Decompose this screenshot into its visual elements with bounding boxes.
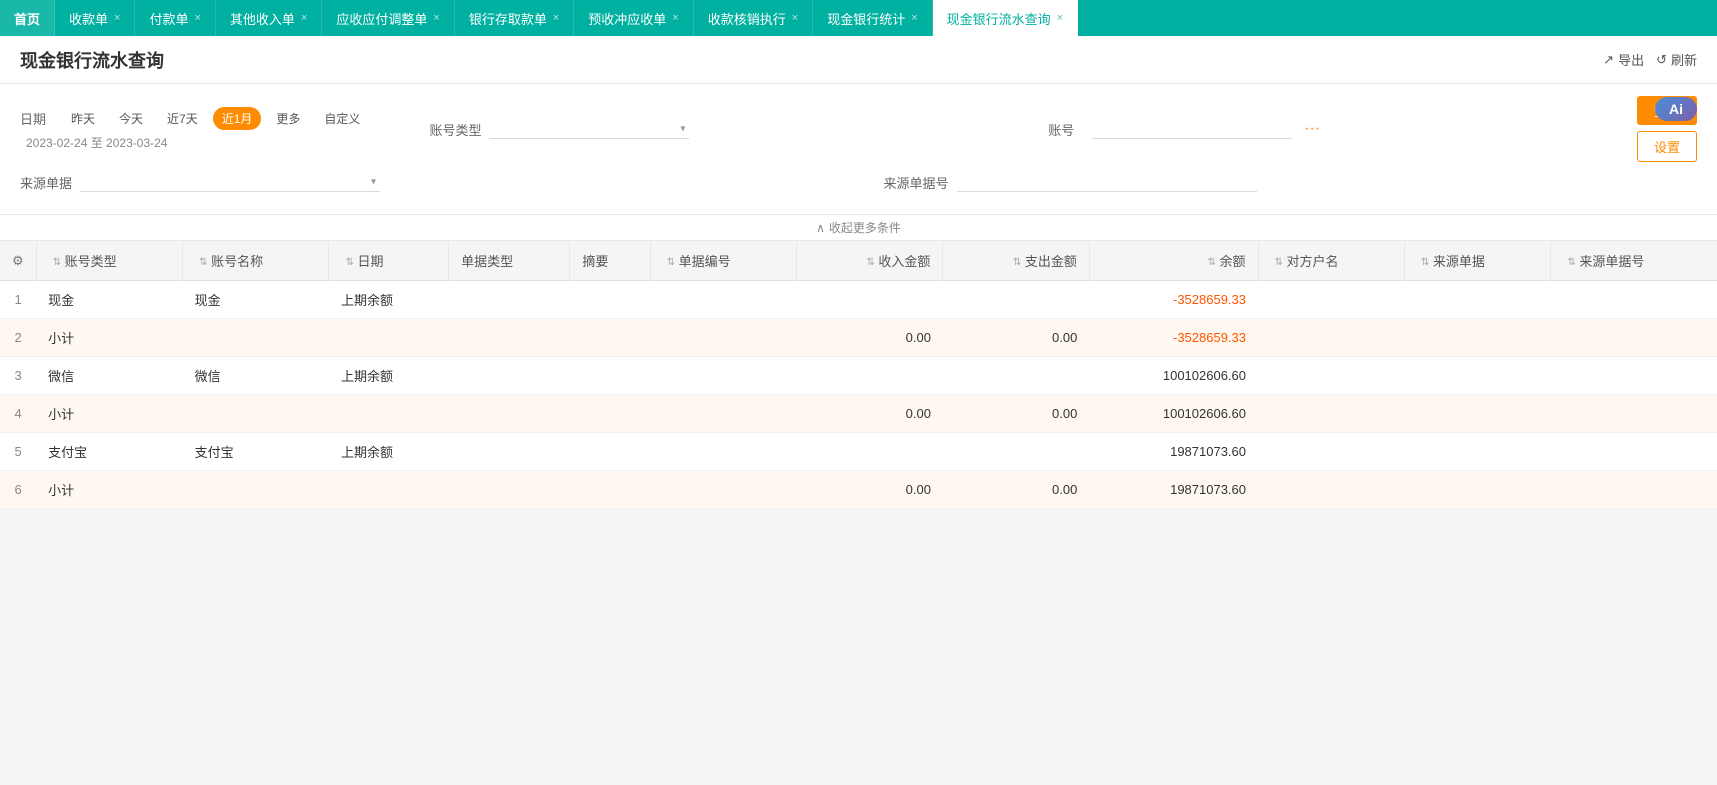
th-doc-type: 单据类型 [449,241,570,281]
refresh-icon: ↺ [1656,52,1667,68]
sort-icon: ⇅ [53,257,61,268]
source-doc-select[interactable] [80,172,380,192]
date-today[interactable]: 今天 [110,107,152,130]
nav-bank-deposit[interactable]: 银行存取款单 × [455,0,574,36]
sort-icon: ⇅ [1567,257,1575,268]
close-icon[interactable]: × [433,12,439,24]
nav-advance[interactable]: 预收冲应收单 × [574,0,693,36]
th-doc-no[interactable]: ⇅ 单据编号 [650,241,796,281]
account-label: 账号 [1048,120,1084,139]
date-more[interactable]: 更多 [267,107,309,130]
close-icon[interactable]: × [553,12,559,24]
th-date[interactable]: ⇅ 日期 [329,241,449,281]
table-row[interactable]: 2小计0.000.00-3528659.33 [0,319,1717,357]
table-row[interactable]: 5支付宝支付宝上期余额19871073.60 [0,433,1717,471]
filter-row-1: 日期 昨天 今天 近7天 近1月 更多 自定义 2023-02-24 至 202… [20,96,1697,162]
nav-adjust[interactable]: 应收应付调整单 × [322,0,454,36]
th-account-name[interactable]: ⇅ 账号名称 [183,241,329,281]
th-settings[interactable]: ⚙ [0,241,36,281]
th-counterparty[interactable]: ⇅ 对方户名 [1258,241,1404,281]
header-actions: ↗ 导出 ↺ 刷新 [1603,50,1697,69]
source-doc-no-input[interactable] [957,172,1257,192]
chevron-up-icon: ∧ [816,221,825,235]
close-icon[interactable]: × [792,12,798,24]
date-week[interactable]: 近7天 [158,107,207,130]
th-source-doc[interactable]: ⇅ 来源单据 [1404,241,1550,281]
date-label: 日期 [20,109,56,128]
ai-badge[interactable]: Ai [1655,97,1697,121]
account-type-select[interactable] [489,119,689,139]
table-area: ⚙ ⇅ 账号类型 ⇅ 账号名称 ⇅ 日期 单据类型 摘要 ⇅ 单据编号 [0,241,1717,509]
date-custom[interactable]: 自定义 [315,107,369,130]
th-income[interactable]: ⇅ 收入金额 [797,241,943,281]
account-type-label: 账号类型 [429,120,481,139]
date-yesterday[interactable]: 昨天 [62,107,104,130]
nav-home[interactable]: 首页 [0,0,55,36]
source-doc-select-wrapper: ▾ [80,172,380,192]
nav-bank-stats[interactable]: 现金银行统计 × [813,0,932,36]
sort-icon: ⇅ [1013,257,1021,268]
collapse-bar[interactable]: ∧ 收起更多条件 [0,215,1717,241]
top-nav: 首页 收款单 × 付款单 × 其他收入单 × 应收应付调整单 × 银行存取款单 … [0,0,1717,36]
th-balance[interactable]: ⇅ 余额 [1089,241,1258,281]
th-expense[interactable]: ⇅ 支出金额 [943,241,1089,281]
account-type-group: 账号类型 ▾ [429,119,998,139]
nav-other-income[interactable]: 其他收入单 × [216,0,322,36]
close-icon[interactable]: × [114,12,120,24]
sort-icon: ⇅ [866,257,874,268]
sort-icon: ⇅ [1275,257,1283,268]
close-icon[interactable]: × [911,12,917,24]
th-summary: 摘要 [570,241,650,281]
sort-icon: ⇅ [667,257,675,268]
nav-bank-flow[interactable]: 现金银行流水查询 × [933,0,1078,36]
export-icon: ↗ [1603,52,1614,68]
sort-icon: ⇅ [199,257,207,268]
table-row[interactable]: 1现金现金上期余额-3528659.33 [0,281,1717,319]
filter-area: 日期 昨天 今天 近7天 近1月 更多 自定义 2023-02-24 至 202… [0,84,1717,215]
sort-icon: ⇅ [345,257,353,268]
source-doc-no-label: 来源单据号 [884,173,949,192]
account-group: 账号 ··· [1048,119,1617,139]
nav-collection[interactable]: 收款核销执行 × [694,0,813,36]
refresh-button[interactable]: ↺ 刷新 [1656,50,1697,69]
table-row[interactable]: 4小计0.000.00100102606.60 [0,395,1717,433]
th-account-type[interactable]: ⇅ 账号类型 [36,241,182,281]
settings-button[interactable]: 设置 [1637,131,1697,162]
th-source-doc-no[interactable]: ⇅ 来源单据号 [1551,241,1717,281]
close-icon[interactable]: × [1057,12,1063,24]
nav-receipt[interactable]: 收款单 × [55,0,135,36]
sort-icon: ⇅ [1421,257,1429,268]
account-input[interactable] [1092,119,1292,139]
table-body: 1现金现金上期余额-3528659.332小计0.000.00-3528659.… [0,281,1717,509]
close-icon[interactable]: × [194,12,200,24]
page-title: 现金银行流水查询 [20,47,164,73]
date-month[interactable]: 近1月 [213,107,262,130]
close-icon[interactable]: × [301,12,307,24]
date-range: 2023-02-24 至 2023-03-24 [26,136,167,150]
nav-payment[interactable]: 付款单 × [135,0,215,36]
account-type-select-wrapper: ▾ [489,119,689,139]
table-header-row: ⚙ ⇅ 账号类型 ⇅ 账号名称 ⇅ 日期 单据类型 摘要 ⇅ 单据编号 [0,241,1717,281]
dots-button[interactable]: ··· [1304,120,1320,138]
close-icon[interactable]: × [672,12,678,24]
table-row[interactable]: 6小计0.000.0019871073.60 [0,471,1717,509]
date-options: 昨天 今天 近7天 近1月 更多 自定义 [62,107,369,130]
data-table: ⚙ ⇅ 账号类型 ⇅ 账号名称 ⇅ 日期 单据类型 摘要 ⇅ 单据编号 [0,241,1717,509]
filter-row-2: 来源单据 ▾ 来源单据号 [20,172,1697,192]
page-header: 现金银行流水查询 ↗ 导出 ↺ 刷新 [0,36,1717,84]
source-doc-group: 来源单据 ▾ [20,172,834,192]
table-row[interactable]: 3微信微信上期余额100102606.60 [0,357,1717,395]
sort-icon: ⇅ [1208,257,1216,268]
export-button[interactable]: ↗ 导出 [1603,50,1644,69]
source-doc-label: 来源单据 [20,173,72,192]
source-doc-no-group: 来源单据号 [884,172,1698,192]
